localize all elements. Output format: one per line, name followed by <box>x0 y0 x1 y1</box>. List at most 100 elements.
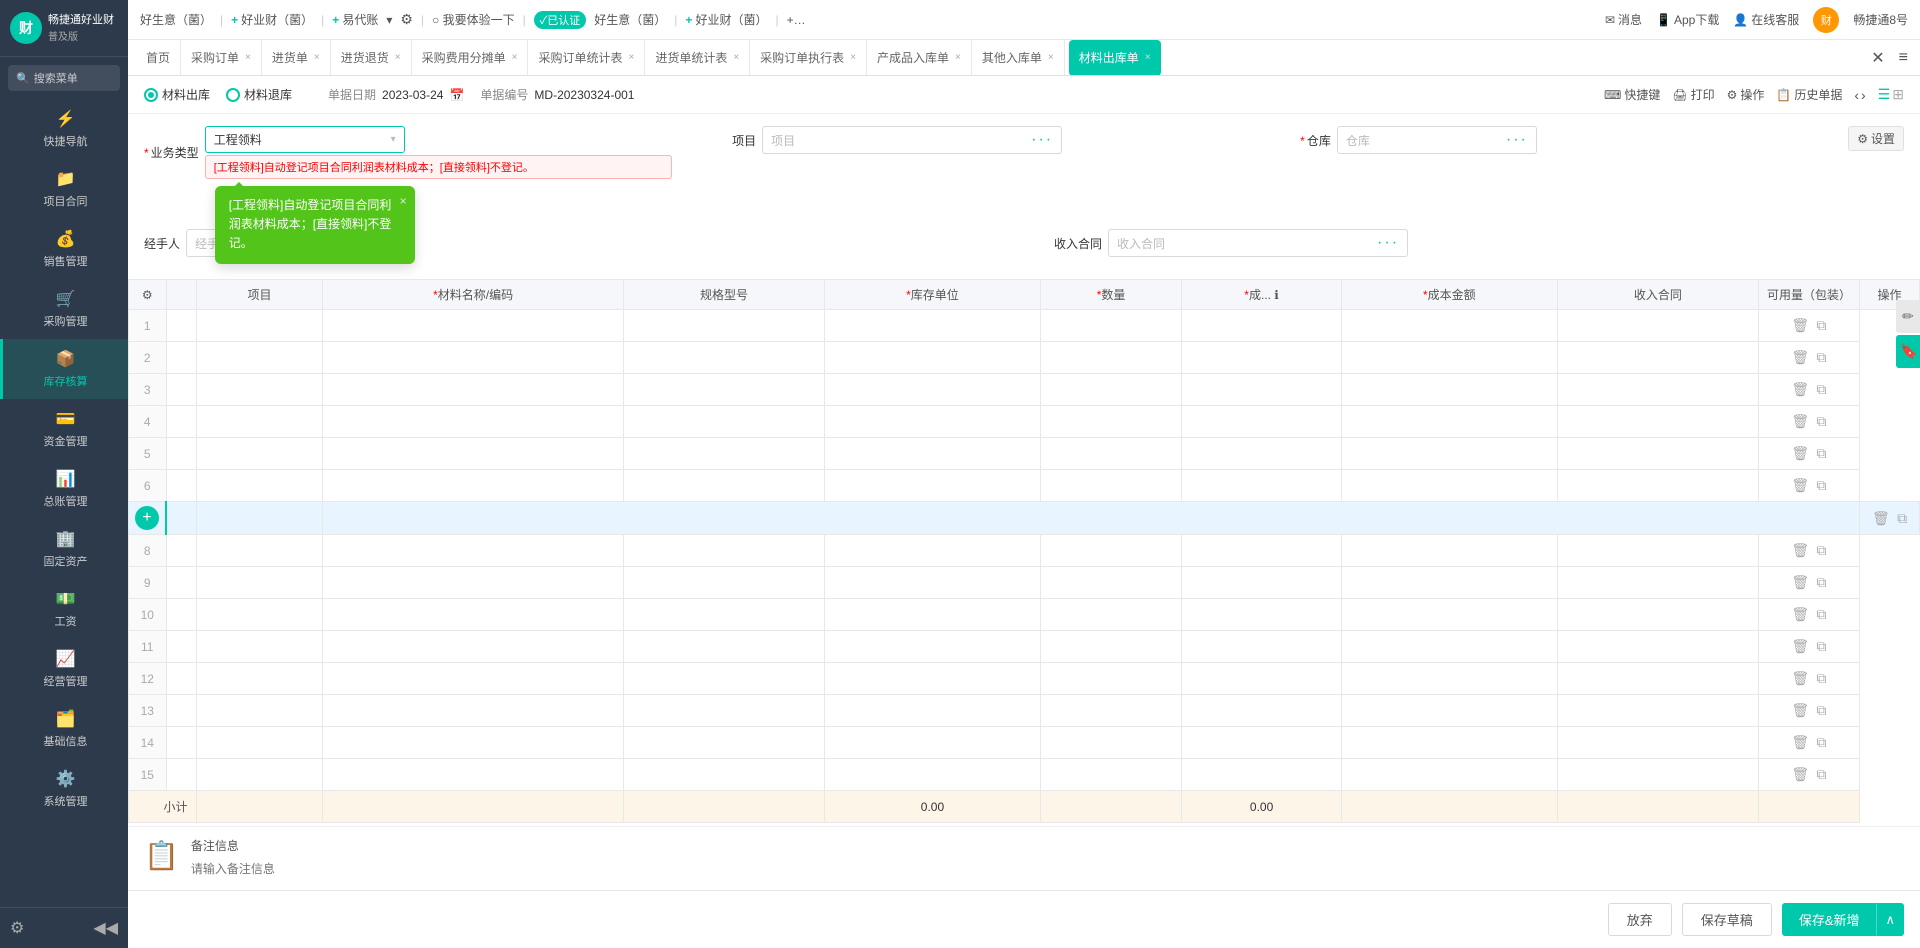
cell-cost-amount[interactable] <box>1182 663 1342 695</box>
copy-row-icon[interactable]: ⧉ <box>1817 702 1827 718</box>
cell-unit[interactable] <box>623 631 824 663</box>
tab-purchase-exec[interactable]: 采购订单执行表 × <box>750 40 867 76</box>
cell-cost-price[interactable] <box>1040 406 1181 438</box>
cell-quantity[interactable] <box>825 470 1041 502</box>
discard-button[interactable]: 放弃 <box>1608 903 1672 936</box>
tab-goods-in[interactable]: 进货单 × <box>262 40 331 76</box>
cell-cost-price[interactable] <box>1040 567 1181 599</box>
cell-income-contract[interactable] <box>1341 759 1557 791</box>
cell-unit[interactable] <box>623 599 824 631</box>
cell-quantity[interactable] <box>825 759 1041 791</box>
cell-quantity[interactable] <box>825 310 1041 342</box>
cell-spec[interactable] <box>323 406 623 438</box>
copy-row-icon[interactable]: ⧉ <box>1817 349 1827 365</box>
cell-spec[interactable] <box>323 599 623 631</box>
cell-unit[interactable] <box>623 759 824 791</box>
tab-goods-stats[interactable]: 进货单统计表 × <box>645 40 750 76</box>
sidebar-settings-icon[interactable]: ⚙ <box>10 918 24 938</box>
tab-close-icon[interactable]: × <box>733 52 739 63</box>
cell-project[interactable] <box>166 599 196 631</box>
cell-spec[interactable] <box>323 535 623 567</box>
cell-project[interactable] <box>166 406 196 438</box>
sidebar-item-basic[interactable]: 🗂️ 基础信息 <box>0 699 128 759</box>
cell-cost-price[interactable] <box>1040 727 1181 759</box>
delete-row-icon[interactable]: 🗑 <box>1791 670 1809 686</box>
cell-unit[interactable] <box>623 663 824 695</box>
topbar-more[interactable]: +… <box>787 13 806 27</box>
cell-quantity[interactable] <box>825 695 1041 727</box>
tab-close-icon[interactable]: × <box>628 52 634 63</box>
calendar-icon[interactable]: 📅 <box>449 88 464 102</box>
cell-material[interactable] <box>196 727 323 759</box>
cell-project[interactable] <box>166 695 196 727</box>
cell-quantity[interactable] <box>825 727 1041 759</box>
cell-unit[interactable] <box>623 310 824 342</box>
cell-cost-amount[interactable] <box>1182 406 1342 438</box>
delete-row-icon[interactable]: 🗑 <box>1791 381 1809 397</box>
cell-material[interactable] <box>196 438 323 470</box>
tab-close-icon[interactable]: × <box>1048 52 1054 63</box>
cell-income-contract[interactable] <box>1341 599 1557 631</box>
copy-row-icon[interactable]: ⧉ <box>1817 542 1827 558</box>
cell-material[interactable] <box>196 567 323 599</box>
cell-active-material[interactable] <box>196 502 323 535</box>
tab-home[interactable]: 首页 <box>136 40 181 76</box>
tab-goods-return[interactable]: 进货退货 × <box>331 40 412 76</box>
cell-project[interactable] <box>166 342 196 374</box>
cell-cost-amount[interactable] <box>1182 342 1342 374</box>
cell-available[interactable] <box>1557 406 1758 438</box>
copy-row-icon[interactable]: ⧉ <box>1817 606 1827 622</box>
tooltip-close-icon[interactable]: × <box>400 192 407 211</box>
cell-quantity[interactable] <box>825 567 1041 599</box>
sidebar-item-shortcut[interactable]: ⚡ 快捷导航 <box>0 99 128 159</box>
cell-available[interactable] <box>1557 535 1758 567</box>
topbar-experience[interactable]: ○ 我要体验一下 <box>432 11 515 28</box>
cell-cost-amount[interactable] <box>1182 599 1342 631</box>
add-row-button[interactable]: + <box>135 506 159 530</box>
topbar-app-download[interactable]: 📱 App下载 <box>1656 11 1719 28</box>
copy-row-icon[interactable]: ⧉ <box>1817 477 1827 493</box>
delete-row-icon[interactable]: 🗑 <box>1791 477 1809 493</box>
cell-spec[interactable] <box>323 310 623 342</box>
cell-cost-price[interactable] <box>1040 759 1181 791</box>
cell-quantity[interactable] <box>825 599 1041 631</box>
tab-other-in[interactable]: 其他入库单 × <box>972 40 1065 76</box>
cell-quantity[interactable] <box>825 438 1041 470</box>
cell-cost-price[interactable] <box>1040 631 1181 663</box>
cell-available[interactable] <box>1557 310 1758 342</box>
cell-cost-price[interactable] <box>1040 374 1181 406</box>
operation-btn[interactable]: ⚙ 操作 <box>1727 86 1765 103</box>
cell-unit[interactable] <box>623 727 824 759</box>
cell-material[interactable] <box>196 470 323 502</box>
cell-cost-amount[interactable] <box>1182 438 1342 470</box>
sidebar-item-sales[interactable]: 💰 销售管理 <box>0 219 128 279</box>
print-btn[interactable]: 🖨 打印 <box>1672 86 1714 103</box>
tab-close-icon[interactable]: × <box>955 52 961 63</box>
tab-material-out[interactable]: 材料出库单 × <box>1069 40 1161 76</box>
copy-row-icon[interactable]: ⧉ <box>1817 413 1827 429</box>
cell-unit[interactable] <box>623 695 824 727</box>
shortcut-btn[interactable]: ⌨ 快捷键 <box>1604 86 1660 103</box>
right-panel-bookmark-icon[interactable]: 🔖 <box>1896 335 1920 368</box>
cell-unit[interactable] <box>623 374 824 406</box>
cell-available[interactable] <box>1557 470 1758 502</box>
cell-spec[interactable] <box>323 438 623 470</box>
tab-purchase-expense[interactable]: 采购费用分摊单 × <box>412 40 529 76</box>
income-contract-input[interactable]: 收入合同 ··· <box>1108 229 1408 257</box>
copy-row-icon[interactable]: ⧉ <box>1817 670 1827 686</box>
cell-income-contract[interactable] <box>1341 342 1557 374</box>
cell-available[interactable] <box>1557 631 1758 663</box>
cell-spec[interactable] <box>323 695 623 727</box>
cell-income-contract[interactable] <box>1341 727 1557 759</box>
cell-material[interactable] <box>196 406 323 438</box>
cell-spec[interactable] <box>323 759 623 791</box>
cell-cost-price[interactable] <box>1040 470 1181 502</box>
cell-quantity[interactable] <box>825 663 1041 695</box>
cell-cost-amount[interactable] <box>1182 695 1342 727</box>
topbar-message[interactable]: ✉ 消息 <box>1605 11 1642 28</box>
cell-unit[interactable] <box>623 470 824 502</box>
delete-row-icon[interactable]: 🗑 <box>1791 349 1809 365</box>
cell-material[interactable] <box>196 695 323 727</box>
delete-row-icon[interactable]: 🗑 <box>1872 510 1890 526</box>
form-date-value[interactable]: 2023-03-24 <box>382 88 443 102</box>
